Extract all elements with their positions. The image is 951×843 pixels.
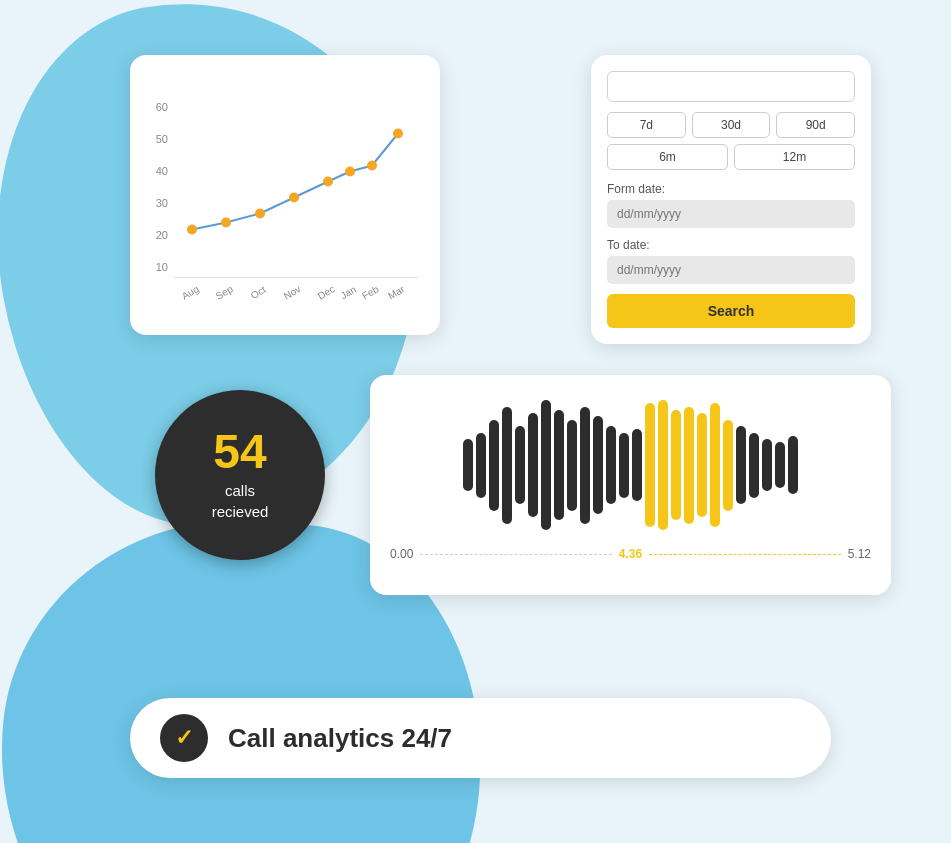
svg-point-21 [367, 161, 377, 171]
check-circle: ✓ [160, 714, 208, 762]
waveform-bar [541, 400, 551, 530]
waveform-bar [476, 433, 486, 498]
filter-card: Jul 2023 to July 2024 7d 30d 90d 6m 12m … [591, 55, 871, 344]
waveform-bar [606, 426, 616, 504]
waveform-bar [710, 403, 720, 527]
from-date-label: Form date: [607, 182, 855, 196]
waveform-bar [489, 420, 499, 511]
timeline-dots-right [649, 554, 840, 555]
svg-text:20: 20 [156, 229, 168, 241]
checkmark-icon: ✓ [175, 725, 193, 751]
waveform-bar [762, 439, 772, 491]
filter-30d-button[interactable]: 30d [692, 112, 771, 138]
line-chart: 60 50 40 30 20 10 Aug Sep Oct Nov Dec Ja… [150, 75, 420, 320]
waveform-bar [749, 433, 759, 498]
filter-7d-button[interactable]: 7d [607, 112, 686, 138]
waveform-bar [515, 426, 525, 504]
timeline-end: 5.12 [848, 547, 871, 561]
waveform-bar [684, 407, 694, 524]
calls-circle: 54 calls recieved [155, 390, 325, 560]
analytics-text: Call analytics 24/7 [228, 723, 452, 754]
scene: 60 50 40 30 20 10 Aug Sep Oct Nov Dec Ja… [0, 0, 951, 843]
waveform-bar [567, 420, 577, 511]
date-range-display[interactable]: Jul 2023 to July 2024 [607, 71, 855, 102]
svg-text:Jan: Jan [339, 284, 358, 302]
svg-text:Sep: Sep [214, 283, 235, 302]
svg-text:Mar: Mar [386, 283, 407, 301]
waveform-card: 0.00 4.36 5.12 [370, 375, 891, 595]
chart-card: 60 50 40 30 20 10 Aug Sep Oct Nov Dec Ja… [130, 55, 440, 335]
svg-text:Feb: Feb [360, 283, 381, 301]
filter-buttons-row1: 7d 30d 90d [607, 112, 855, 138]
to-date-label: To date: [607, 238, 855, 252]
timeline-current: 4.36 [619, 547, 642, 561]
svg-point-18 [289, 193, 299, 203]
svg-text:40: 40 [156, 165, 168, 177]
waveform-bar [723, 420, 733, 511]
waveform-bar [502, 407, 512, 524]
svg-text:50: 50 [156, 133, 168, 145]
svg-text:30: 30 [156, 197, 168, 209]
waveform-bar [463, 439, 473, 491]
svg-text:Oct: Oct [249, 284, 268, 301]
chart-area: 60 50 40 30 20 10 Aug Sep Oct Nov Dec Ja… [150, 75, 420, 320]
svg-point-19 [323, 177, 333, 187]
waveform-bar [632, 429, 642, 501]
timeline-dots-left [420, 554, 611, 555]
waveform-bar [593, 416, 603, 514]
filter-6m-button[interactable]: 6m [607, 144, 728, 170]
waveform-bar [619, 433, 629, 498]
svg-text:Dec: Dec [316, 283, 337, 301]
svg-text:60: 60 [156, 101, 168, 113]
svg-point-20 [345, 167, 355, 177]
svg-text:10: 10 [156, 261, 168, 273]
from-date-input[interactable] [607, 200, 855, 228]
waveform-bar [645, 403, 655, 527]
calls-number: 54 [213, 428, 266, 476]
to-date-input[interactable] [607, 256, 855, 284]
waveform-bar [554, 410, 564, 521]
svg-text:Aug: Aug [180, 283, 201, 301]
svg-point-15 [187, 225, 197, 235]
calls-text: calls recieved [212, 480, 269, 522]
search-button[interactable]: Search [607, 294, 855, 328]
svg-point-16 [221, 218, 231, 228]
svg-point-17 [255, 209, 265, 219]
svg-point-22 [393, 129, 403, 139]
filter-buttons-row2: 6m 12m [607, 144, 855, 170]
analytics-banner: ✓ Call analytics 24/7 [130, 698, 831, 778]
waveform-bar [671, 410, 681, 521]
waveform-bar [788, 436, 798, 495]
waveform-bar [528, 413, 538, 517]
waveform-bar [775, 442, 785, 488]
waveform-bar [697, 413, 707, 517]
waveform-bar [580, 407, 590, 524]
svg-text:Nov: Nov [282, 283, 303, 301]
waveform-bars [390, 395, 871, 535]
timeline-start: 0.00 [390, 547, 413, 561]
waveform-bar [658, 400, 668, 530]
waveform-bar [736, 426, 746, 504]
waveform-timeline: 0.00 4.36 5.12 [390, 547, 871, 561]
filter-90d-button[interactable]: 90d [776, 112, 855, 138]
filter-12m-button[interactable]: 12m [734, 144, 855, 170]
